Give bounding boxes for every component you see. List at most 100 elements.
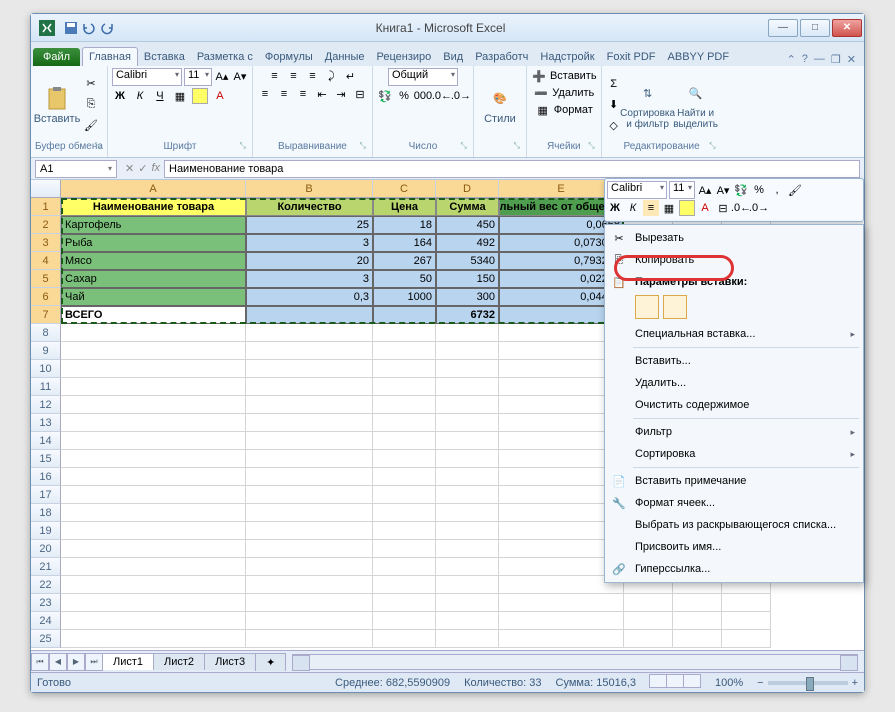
cell[interactable]: 20 xyxy=(246,252,373,270)
cell[interactable]: Чай xyxy=(61,288,246,306)
row-header[interactable]: 20 xyxy=(31,540,61,558)
cell[interactable]: Картофель xyxy=(61,216,246,234)
cell[interactable] xyxy=(624,630,673,648)
find-select-button[interactable]: 🔍Найти и выделить xyxy=(674,80,718,130)
minimize-button[interactable]: — xyxy=(768,19,798,37)
mini-currency-icon[interactable]: 💱 xyxy=(733,182,749,198)
row-header[interactable]: 22 xyxy=(31,576,61,594)
cell[interactable]: 164 xyxy=(373,234,436,252)
italic-button[interactable]: К xyxy=(132,88,148,104)
cell[interactable] xyxy=(436,576,499,594)
align-bottom-icon[interactable]: ≡ xyxy=(304,68,320,84)
tab-addins[interactable]: Надстройк xyxy=(534,48,600,66)
sheet-tab[interactable]: Лист1 xyxy=(102,653,154,670)
cell[interactable] xyxy=(246,414,373,432)
increase-indent-icon[interactable]: ⇥ xyxy=(333,86,349,102)
menu-format-cells[interactable]: 🔧Формат ячеек... xyxy=(605,492,863,514)
new-sheet-button[interactable]: ✦ xyxy=(255,653,286,671)
cell[interactable]: 50 xyxy=(373,270,436,288)
menu-pick-list[interactable]: Выбрать из раскрывающегося списка... xyxy=(605,514,863,536)
sheet-next-icon[interactable]: ▶ xyxy=(67,653,85,671)
decrease-decimal-icon[interactable]: .0→ xyxy=(453,88,469,104)
cell[interactable]: 18 xyxy=(373,216,436,234)
cell[interactable] xyxy=(246,594,373,612)
row-header[interactable]: 12 xyxy=(31,396,61,414)
cell[interactable] xyxy=(246,630,373,648)
fill-color-icon[interactable] xyxy=(192,88,208,104)
zoom-out-icon[interactable]: − xyxy=(757,677,763,689)
cell[interactable] xyxy=(373,414,436,432)
horizontal-scrollbar[interactable] xyxy=(292,654,858,670)
wrap-text-icon[interactable]: ↵ xyxy=(342,68,358,84)
mini-merge-icon[interactable]: ⊟ xyxy=(715,200,731,216)
cell[interactable] xyxy=(373,612,436,630)
cell[interactable]: Сахар xyxy=(61,270,246,288)
merge-icon[interactable]: ⊟ xyxy=(352,86,368,102)
cell[interactable] xyxy=(246,450,373,468)
col-header[interactable]: A xyxy=(61,180,246,197)
cell[interactable]: 300 xyxy=(436,288,499,306)
menu-comment[interactable]: 📄Вставить примечание xyxy=(605,470,863,492)
mini-size-dropdown[interactable]: 11 xyxy=(669,181,695,199)
tab-developer[interactable]: Разработч xyxy=(469,48,534,66)
align-left-icon[interactable]: ≡ xyxy=(257,86,273,102)
cell[interactable] xyxy=(373,450,436,468)
cell[interactable] xyxy=(436,558,499,576)
cell[interactable] xyxy=(61,324,246,342)
fx-icon[interactable]: fx xyxy=(151,162,160,175)
cell[interactable] xyxy=(436,378,499,396)
format-cells-icon[interactable]: ▦ xyxy=(535,102,551,118)
cell[interactable] xyxy=(246,522,373,540)
help-icon[interactable]: ? xyxy=(802,53,808,66)
align-middle-icon[interactable]: ≡ xyxy=(285,68,301,84)
font-size-dropdown[interactable]: 11 xyxy=(184,68,212,86)
paste-button[interactable]: Вставить xyxy=(35,85,79,125)
cell[interactable] xyxy=(373,378,436,396)
tab-review[interactable]: Рецензиро xyxy=(371,48,438,66)
select-all-corner[interactable] xyxy=(31,180,61,197)
minimize-ribbon-icon[interactable]: ⌃ xyxy=(787,53,796,66)
cell[interactable] xyxy=(246,504,373,522)
cell[interactable] xyxy=(61,594,246,612)
align-top-icon[interactable]: ≡ xyxy=(266,68,282,84)
font-color-icon[interactable]: A xyxy=(212,88,228,104)
mini-shrink-font-icon[interactable]: A▾ xyxy=(715,182,731,198)
cell[interactable] xyxy=(436,342,499,360)
cell[interactable] xyxy=(246,576,373,594)
grow-font-icon[interactable]: A▴ xyxy=(214,68,230,84)
cell[interactable]: 150 xyxy=(436,270,499,288)
sheet-first-icon[interactable]: ⏮ xyxy=(31,653,49,671)
mini-font-color-icon[interactable]: A xyxy=(697,200,713,216)
paste-option-2[interactable] xyxy=(663,295,687,319)
row-header[interactable]: 5 xyxy=(31,270,61,288)
cell[interactable]: Наименование товара xyxy=(61,198,246,216)
row-header[interactable]: 13 xyxy=(31,414,61,432)
cell[interactable] xyxy=(373,324,436,342)
menu-define-name[interactable]: Присвоить имя... xyxy=(605,536,863,558)
cell[interactable] xyxy=(673,630,722,648)
tab-foxit[interactable]: Foxit PDF xyxy=(601,48,662,66)
mini-inc-decimal-icon[interactable]: .0← xyxy=(733,200,749,216)
cell[interactable] xyxy=(373,486,436,504)
cell[interactable] xyxy=(246,612,373,630)
close-button[interactable]: ✕ xyxy=(832,19,862,37)
cell[interactable] xyxy=(373,342,436,360)
mini-bold-button[interactable]: Ж xyxy=(607,200,623,216)
align-center-icon[interactable]: ≡ xyxy=(276,86,292,102)
cell[interactable]: 5340 xyxy=(436,252,499,270)
row-header[interactable]: 6 xyxy=(31,288,61,306)
cell[interactable] xyxy=(436,486,499,504)
cell[interactable] xyxy=(436,468,499,486)
cell[interactable]: Сумма xyxy=(436,198,499,216)
cell[interactable] xyxy=(246,378,373,396)
cell[interactable] xyxy=(373,360,436,378)
cell[interactable] xyxy=(436,612,499,630)
tab-data[interactable]: Данные xyxy=(319,48,371,66)
cell[interactable] xyxy=(373,630,436,648)
enter-formula-icon[interactable]: ✓ xyxy=(138,162,147,175)
format-painter-icon[interactable]: 🖌 xyxy=(83,118,99,134)
cell[interactable]: 492 xyxy=(436,234,499,252)
cell[interactable] xyxy=(61,342,246,360)
comma-icon[interactable]: 000 xyxy=(415,88,431,104)
row-header[interactable]: 7 xyxy=(31,306,61,324)
